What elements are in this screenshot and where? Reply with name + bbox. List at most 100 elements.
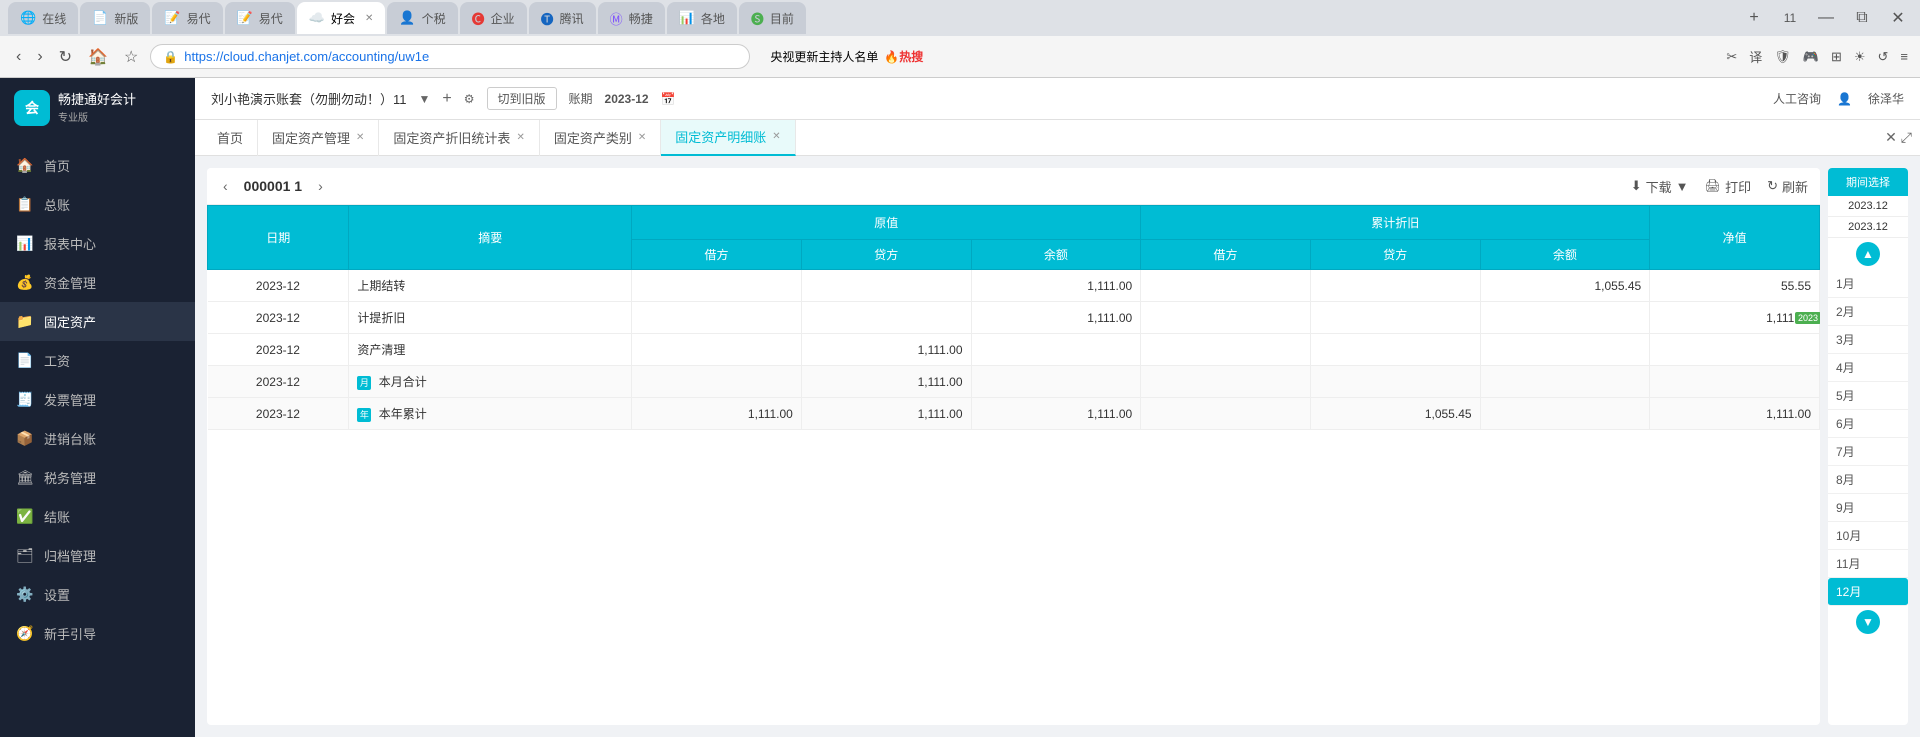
page-tab-asset-category-close[interactable]: ✕ bbox=[638, 132, 646, 143]
period-month-9[interactable]: 9月 bbox=[1828, 494, 1908, 522]
browser-tab-10[interactable]: 🅢 目前 bbox=[739, 2, 806, 34]
period-down-button[interactable]: ▼ bbox=[1856, 610, 1880, 634]
row1-acc-balance: 1,055.45 bbox=[1480, 270, 1650, 302]
game-icon[interactable]: 🎮 bbox=[1803, 49, 1819, 65]
calendar-icon[interactable]: 📅 bbox=[661, 92, 676, 106]
refresh-button[interactable]: ↻ 刷新 bbox=[1767, 177, 1808, 196]
sidebar-item-settings[interactable]: ⚙️ 设置 bbox=[0, 575, 195, 614]
browser-tab-2[interactable]: 📝 易代 bbox=[152, 2, 222, 34]
sidebar-item-home[interactable]: 🏠 首页 bbox=[0, 146, 195, 185]
window-minimize-button[interactable]: — bbox=[1812, 4, 1840, 32]
next-account-button[interactable]: › bbox=[314, 176, 327, 196]
sidebar-item-archive[interactable]: 🗂 归档管理 bbox=[0, 536, 195, 575]
sidebar-item-payroll[interactable]: 📄 工资 bbox=[0, 341, 195, 380]
month-6-label: 6月 bbox=[1836, 415, 1855, 432]
browser-tab-9[interactable]: 📊 各地 bbox=[667, 2, 737, 34]
sidebar-item-closing[interactable]: ✅ 结账 bbox=[0, 497, 195, 536]
col-orig-value: 原值 bbox=[632, 206, 1141, 240]
url-box[interactable]: 🔒 https://cloud.chanjet.com/accounting/u… bbox=[150, 44, 750, 69]
bookmark-button[interactable]: ☆ bbox=[120, 43, 142, 71]
sidebar-item-guide[interactable]: 🧭 新手引导 bbox=[0, 614, 195, 653]
tab-minimize-button[interactable]: 11 bbox=[1776, 4, 1804, 32]
browser-tab-4[interactable]: ☁️ 好会 ✕ bbox=[297, 2, 386, 34]
tab-icon-5: 👤 bbox=[399, 10, 415, 26]
theme-icon[interactable]: ☀ bbox=[1854, 49, 1866, 65]
new-tab-button[interactable]: + bbox=[1740, 4, 1768, 32]
reload-button[interactable]: ↻ bbox=[55, 43, 76, 71]
period-month-3[interactable]: 3月 bbox=[1828, 326, 1908, 354]
forward-button[interactable]: › bbox=[33, 44, 46, 70]
browser-tab-0[interactable]: 🌐 在线 bbox=[8, 2, 78, 34]
expand-icon[interactable]: ▼ bbox=[419, 92, 431, 106]
period-month-2[interactable]: 2月 bbox=[1828, 298, 1908, 326]
refresh-label: 刷新 bbox=[1782, 177, 1808, 196]
scissors-icon[interactable]: ✂ bbox=[1726, 49, 1737, 65]
tab-icon-3: 📝 bbox=[237, 10, 253, 26]
sidebar-item-assets[interactable]: 📁 固定资产 bbox=[0, 302, 195, 341]
row3-orig-balance bbox=[971, 334, 1141, 366]
sidebar-item-invoice[interactable]: 🧾 发票管理 bbox=[0, 380, 195, 419]
prev-account-button[interactable]: ‹ bbox=[219, 176, 232, 196]
col-acc-dep: 累计折旧 bbox=[1141, 206, 1650, 240]
browser-tab-3[interactable]: 📝 易代 bbox=[225, 2, 295, 34]
shield-icon[interactable]: 🛡 bbox=[1774, 49, 1791, 65]
browser-tab-1[interactable]: 📄 新版 bbox=[80, 2, 150, 34]
sidebar-item-funds[interactable]: 💰 资金管理 bbox=[0, 263, 195, 302]
back-button[interactable]: ‹ bbox=[12, 44, 25, 70]
print-button[interactable]: 🖨 打印 bbox=[1705, 177, 1752, 196]
col-orig-credit: 贷方 bbox=[801, 240, 971, 270]
period-month-11[interactable]: 11月 bbox=[1828, 550, 1908, 578]
sidebar-item-reports[interactable]: 📊 报表中心 bbox=[0, 224, 195, 263]
period-month-4[interactable]: 4月 bbox=[1828, 354, 1908, 382]
window-restore-button[interactable]: ⧉ bbox=[1848, 4, 1876, 32]
period-month-5[interactable]: 5月 bbox=[1828, 382, 1908, 410]
browser-tab-6[interactable]: 🅒 企业 bbox=[460, 2, 527, 34]
translate-icon[interactable]: 译 bbox=[1749, 47, 1762, 66]
table-row: 2023-12 年 本年累计 1,111.00 1,111.00 1,111.0… bbox=[208, 398, 1820, 430]
home-button[interactable]: 🏠 bbox=[84, 43, 112, 71]
period-month-8[interactable]: 8月 bbox=[1828, 466, 1908, 494]
window-close-button[interactable]: ✕ bbox=[1884, 4, 1912, 32]
sidebar-item-ledger[interactable]: 📋 总账 bbox=[0, 185, 195, 224]
menu-icon[interactable]: ≡ bbox=[1900, 49, 1908, 64]
col-acc-credit: 贷方 bbox=[1310, 240, 1480, 270]
tab-close-4[interactable]: ✕ bbox=[365, 13, 373, 24]
user-avatar[interactable]: 👤 bbox=[1837, 92, 1852, 106]
ledger-table: 日期 摘要 原值 累计折旧 净值 借方 贷方 余额 借方 bbox=[207, 205, 1820, 430]
browser-tab-8[interactable]: Ⓜ 畅捷 bbox=[598, 2, 665, 34]
grid-icon[interactable]: ⊞ bbox=[1831, 49, 1842, 65]
home-icon: 🏠 bbox=[16, 157, 34, 175]
period-month-12[interactable]: 12月 bbox=[1828, 578, 1908, 606]
period-month-6[interactable]: 6月 bbox=[1828, 410, 1908, 438]
browser-tab-7[interactable]: 🅣 腾讯 bbox=[529, 2, 596, 34]
search-bar[interactable]: 央视更新主持人名单 🔥热搜 bbox=[770, 48, 923, 65]
period-month-1[interactable]: 1月 bbox=[1828, 270, 1908, 298]
page-tab-asset-mgmt-close[interactable]: ✕ bbox=[356, 132, 364, 143]
page-tab-asset-detail-close[interactable]: ✕ bbox=[772, 131, 780, 142]
period-up-button[interactable]: ▲ bbox=[1856, 242, 1880, 266]
add-company-button[interactable]: + bbox=[442, 90, 451, 108]
row2-orig-balance: 1,111.00 bbox=[971, 302, 1141, 334]
period-month-7[interactable]: 7月 bbox=[1828, 438, 1908, 466]
browser-tab-5[interactable]: 👤 个税 bbox=[387, 2, 457, 34]
page-tab-depreciation-stat-close[interactable]: ✕ bbox=[516, 132, 524, 143]
table-row: 2023-12 计提折旧 1,111.00 1,111.00 bbox=[208, 302, 1820, 334]
month-8-label: 8月 bbox=[1836, 471, 1855, 488]
tab-expand-icon[interactable]: ⤢ bbox=[1901, 129, 1912, 146]
page-tab-depreciation-stat[interactable]: 固定资产折旧统计表 ✕ bbox=[379, 120, 539, 156]
sync-icon[interactable]: ↺ bbox=[1878, 49, 1889, 65]
sidebar-item-tax[interactable]: 🏛 税务管理 bbox=[0, 458, 195, 497]
tab-menu-icon[interactable]: ✕ bbox=[1885, 129, 1897, 146]
sidebar-item-purchase-sales[interactable]: 📦 进销台账 bbox=[0, 419, 195, 458]
sidebar-label-guide: 新手引导 bbox=[44, 624, 96, 643]
page-tab-asset-detail[interactable]: 固定资产明细账 ✕ bbox=[661, 120, 795, 156]
page-tab-home[interactable]: 首页 bbox=[203, 120, 258, 156]
period-month-10[interactable]: 10月 bbox=[1828, 522, 1908, 550]
period-nav: ▲ bbox=[1828, 238, 1908, 270]
page-tab-asset-mgmt[interactable]: 固定资产管理 ✕ bbox=[258, 120, 379, 156]
consult-label[interactable]: 人工咨询 bbox=[1773, 90, 1821, 107]
download-button[interactable]: ⬇ 下载 ▼ bbox=[1631, 177, 1689, 196]
page-tab-asset-category[interactable]: 固定资产类别 ✕ bbox=[540, 120, 661, 156]
settings-btn[interactable]: ⚙ bbox=[464, 92, 475, 106]
switch-version-button[interactable]: 切到旧版 bbox=[487, 87, 557, 110]
